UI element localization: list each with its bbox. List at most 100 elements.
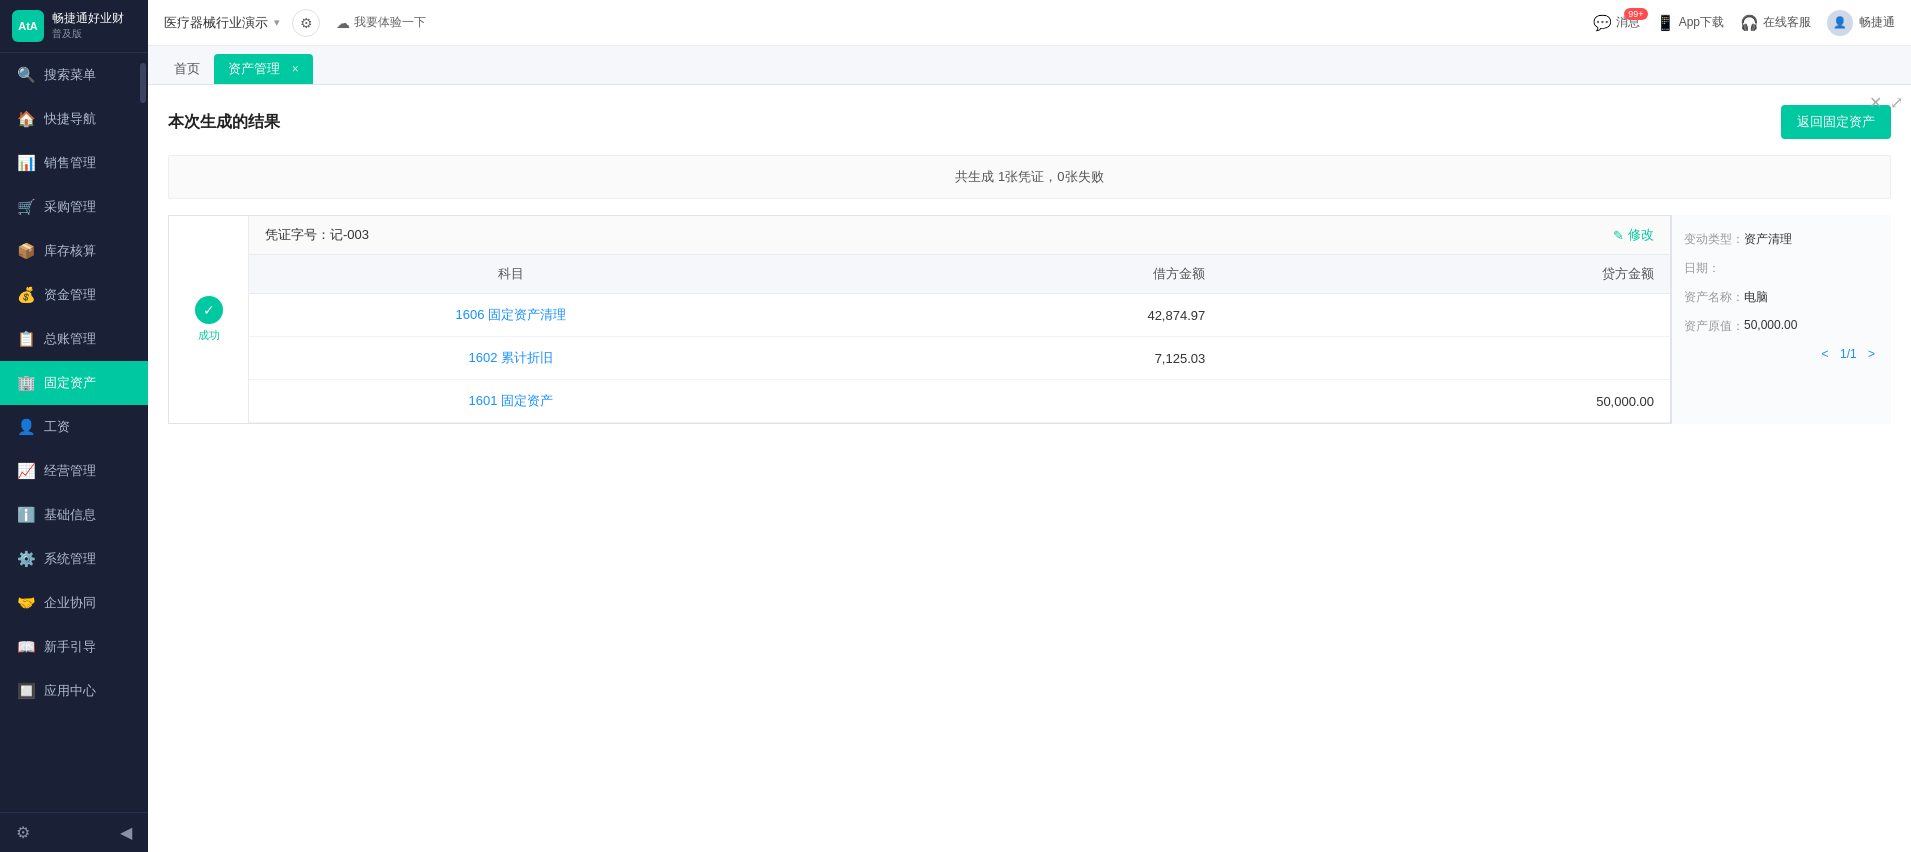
sidebar-footer: ⚙ ◀ xyxy=(0,812,148,852)
book-icon: 📖 xyxy=(16,637,36,657)
top-header: 医疗器械行业演示 ▾ ⚙ ☁ 我要体验一下 💬 消息 99+ 📱 App下载 🎧… xyxy=(148,0,1911,46)
sidebar-item-app-center[interactable]: 🔲 应用中心 xyxy=(0,669,148,713)
sidebar-item-inventory[interactable]: 📦 库存核算 xyxy=(0,229,148,273)
success-label: 成功 xyxy=(198,328,220,343)
user-action[interactable]: 👤 畅捷通 xyxy=(1827,10,1895,36)
voucher-table: 科目 借方金额 贷方金额 1606 固定资产清理 42,874.97 xyxy=(249,255,1670,423)
gear-icon: ⚙️ xyxy=(16,549,36,569)
sidebar-item-fixed-assets[interactable]: 🏢 固定资产 xyxy=(0,361,148,405)
sidebar-item-ledger[interactable]: 📋 总账管理 xyxy=(0,317,148,361)
tab-home[interactable]: 首页 xyxy=(164,54,210,84)
sidebar-item-capital[interactable]: 💰 资金管理 xyxy=(0,273,148,317)
voucher-area: ✓ 成功 凭证字号：记-003 ✎ 修改 xyxy=(168,215,1891,424)
side-panel-pagination: < 1/1 > xyxy=(1684,347,1879,361)
tab-bar: 首页 资产管理 × xyxy=(148,46,1911,85)
sidebar-item-operations[interactable]: 📈 经营管理 xyxy=(0,449,148,493)
side-panel-row-name: 资产名称： 电脑 xyxy=(1684,289,1879,306)
info-icon: ℹ️ xyxy=(16,505,36,525)
handshake-icon: 🤝 xyxy=(16,593,36,613)
sidebar-item-guide[interactable]: 📖 新手引导 xyxy=(0,625,148,669)
header-right: 💬 消息 99+ 📱 App下载 🎧 在线客服 👤 畅捷通 xyxy=(1593,10,1895,36)
page-header: 本次生成的结果 返回固定资产 xyxy=(168,105,1891,139)
success-icon: ✓ xyxy=(195,296,223,324)
sidebar-item-purchase[interactable]: 🛒 采购管理 xyxy=(0,185,148,229)
chart-icon: 📊 xyxy=(16,153,36,173)
messages-badge: 99+ xyxy=(1624,8,1647,20)
voucher-header: 凭证字号：记-003 ✎ 修改 xyxy=(249,216,1670,255)
subject-link-1602[interactable]: 1602 累计折旧 xyxy=(468,350,553,365)
app-logo-icon: AtA xyxy=(12,10,44,42)
grid-icon: 🔲 xyxy=(16,681,36,701)
col-header-debit: 借方金额 xyxy=(773,255,1222,294)
close-panel-button[interactable]: ✕ xyxy=(1869,93,1882,112)
sidebar: AtA 畅捷通好业财 普及版 🔍 搜索菜单 🏠 快捷导航 📊 销售管理 🛒 采购… xyxy=(0,0,148,852)
success-status: ✓ 成功 xyxy=(195,296,223,343)
panel-controls: ✕ ⤢ xyxy=(1869,93,1903,112)
credit-cell-1601: 50,000.00 xyxy=(1221,380,1670,423)
voucher-container: ✓ 成功 凭证字号：记-003 ✎ 修改 xyxy=(168,215,1671,424)
col-header-credit: 贷方金额 xyxy=(1221,255,1670,294)
avatar: 👤 xyxy=(1827,10,1853,36)
next-page-icon[interactable]: > xyxy=(1868,347,1875,361)
search-icon: 🔍 xyxy=(16,65,36,85)
page-title: 本次生成的结果 xyxy=(168,112,280,133)
debit-cell-1601 xyxy=(773,380,1222,423)
tab-close-icon[interactable]: × xyxy=(292,62,299,76)
sidebar-logo: AtA 畅捷通好业财 普及版 xyxy=(0,0,148,53)
cloud-icon: ☁ xyxy=(336,15,350,31)
home-icon: 🏠 xyxy=(16,109,36,129)
voucher-table-wrapper: 凭证字号：记-003 ✎ 修改 科目 借方金额 贷方金额 xyxy=(249,216,1670,423)
side-panel-row-original-value: 资产原值： 50,000.00 xyxy=(1684,318,1879,335)
app-download-action[interactable]: 📱 App下载 xyxy=(1656,14,1724,32)
header-left: 医疗器械行业演示 ▾ ⚙ ☁ 我要体验一下 xyxy=(164,9,1593,37)
debit-cell-1602: 7,125.03 xyxy=(773,337,1222,380)
app-logo-text: 畅捷通好业财 普及版 xyxy=(52,11,124,41)
prev-page-icon[interactable]: < xyxy=(1822,347,1829,361)
col-header-subject: 科目 xyxy=(249,255,773,294)
settings-footer-icon[interactable]: ⚙ xyxy=(16,823,30,842)
sidebar-item-system[interactable]: ⚙️ 系统管理 xyxy=(0,537,148,581)
table-row: 1606 固定资产清理 42,874.97 xyxy=(249,294,1670,337)
expand-panel-button[interactable]: ⤢ xyxy=(1890,93,1903,112)
sidebar-item-payroll[interactable]: 👤 工资 xyxy=(0,405,148,449)
subject-link-1606[interactable]: 1606 固定资产清理 xyxy=(455,307,566,322)
sidebar-scroll: 🔍 搜索菜单 🏠 快捷导航 📊 销售管理 🛒 采购管理 📦 库存核算 💰 xyxy=(0,53,148,812)
user-icon: 👤 xyxy=(16,417,36,437)
company-selector[interactable]: 医疗器械行业演示 ▾ xyxy=(164,14,280,32)
side-panel-row-date: 日期： xyxy=(1684,260,1879,277)
debit-cell-1606: 42,874.97 xyxy=(773,294,1222,337)
customer-service-action[interactable]: 🎧 在线客服 xyxy=(1740,14,1811,32)
messages-action[interactable]: 💬 消息 99+ xyxy=(1593,14,1640,32)
tab-asset-management[interactable]: 资产管理 × xyxy=(214,54,313,84)
table-row: 1601 固定资产 50,000.00 xyxy=(249,380,1670,423)
message-icon: 💬 xyxy=(1593,14,1612,32)
box-icon: 📦 xyxy=(16,241,36,261)
edit-voucher-button[interactable]: ✎ 修改 xyxy=(1613,226,1654,244)
sidebar-item-quick-nav[interactable]: 🏠 快捷导航 xyxy=(0,97,148,141)
money-icon: 💰 xyxy=(16,285,36,305)
credit-cell-1602 xyxy=(1221,337,1670,380)
download-icon: 📱 xyxy=(1656,14,1675,32)
page-indicator: 1/1 xyxy=(1840,347,1857,361)
content-area: ✕ ⤢ 本次生成的结果 返回固定资产 共生成 1张凭证，0张失败 ✓ 成功 xyxy=(148,85,1911,852)
table-row: 1602 累计折旧 7,125.03 xyxy=(249,337,1670,380)
voucher-number: 凭证字号：记-003 xyxy=(265,226,369,244)
sidebar-item-enterprise[interactable]: 🤝 企业协同 xyxy=(0,581,148,625)
headset-icon: 🎧 xyxy=(1740,14,1759,32)
edit-icon: ✎ xyxy=(1613,228,1624,243)
experience-button[interactable]: ☁ 我要体验一下 xyxy=(336,14,426,31)
ledger-icon: 📋 xyxy=(16,329,36,349)
sidebar-item-basic-info[interactable]: ℹ️ 基础信息 xyxy=(0,493,148,537)
subject-link-1601[interactable]: 1601 固定资产 xyxy=(468,393,553,408)
cart-icon: 🛒 xyxy=(16,197,36,217)
trending-icon: 📈 xyxy=(16,461,36,481)
building-icon: 🏢 xyxy=(16,373,36,393)
credit-cell-1606 xyxy=(1221,294,1670,337)
sidebar-item-search[interactable]: 🔍 搜索菜单 xyxy=(0,53,148,97)
collapse-icon[interactable]: ◀ xyxy=(120,823,132,842)
summary-bar: 共生成 1张凭证，0张失败 xyxy=(168,155,1891,199)
header-settings-icon[interactable]: ⚙ xyxy=(292,9,320,37)
side-panel: 变动类型： 资产清理 日期： 资产名称： 电脑 资产原值： 50,000.00 … xyxy=(1671,215,1891,424)
voucher-status-column: ✓ 成功 xyxy=(169,216,249,423)
sidebar-item-sales[interactable]: 📊 销售管理 xyxy=(0,141,148,185)
